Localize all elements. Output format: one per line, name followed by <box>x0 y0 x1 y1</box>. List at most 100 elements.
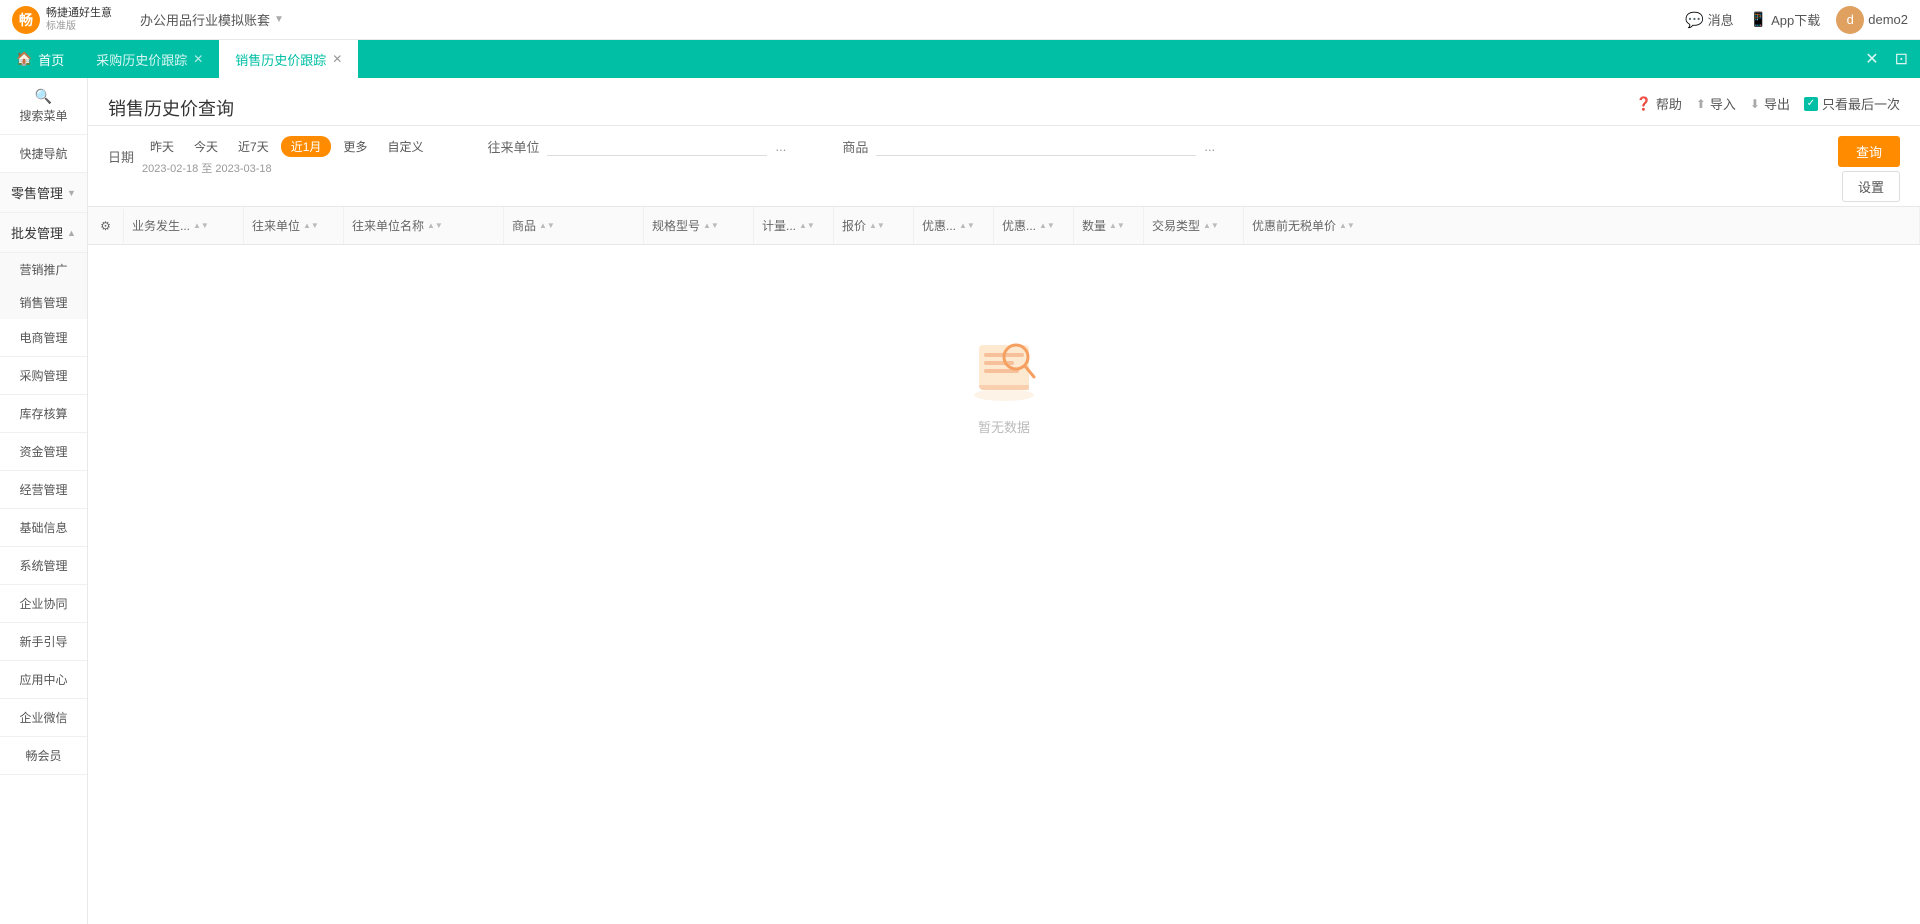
import-icon: ⬆ <box>1696 97 1706 111</box>
sort-icon-spec: ▲▼ <box>703 222 719 230</box>
query-button[interactable]: 查询 <box>1838 136 1900 167</box>
source-unit-filter-group: 往来单位 ... <box>487 136 786 156</box>
sidebar-item-wholesale[interactable]: 批发管理 ▲ <box>0 213 87 253</box>
tab-sales-close[interactable]: ✕ <box>332 52 342 66</box>
date-btns: 昨天 今天 近7天 近1月 更多 自定义 <box>142 136 431 157</box>
sidebar-item-operations[interactable]: 经营管理 <box>0 471 87 509</box>
logo-area: 畅 畅捷通好生意 标准版 <box>12 6 112 34</box>
sidebar-item-enterprise-collab[interactable]: 企业协同 <box>0 585 87 623</box>
only-last-checkbox[interactable]: ✓ <box>1804 97 1818 111</box>
sidebar: 🔍 搜索菜单 快捷导航 零售管理 ▼ 批发管理 ▲ 营销推广 销售管理 电商管理… <box>0 78 88 924</box>
app-header: 畅 畅捷通好生意 标准版 办公用品行业模拟账套 ▼ 💬 消息 📱 App下载 d… <box>0 0 1920 40</box>
sort-icon-unit-code: ▲▼ <box>303 222 319 230</box>
date-btn-custom[interactable]: 自定义 <box>379 136 431 157</box>
product-filter-group: 商品 ... <box>842 136 1215 156</box>
date-btn-7days[interactable]: 近7天 <box>230 136 277 157</box>
company-selector[interactable]: 办公用品行业模拟账套 ▼ <box>140 10 284 29</box>
th-trade[interactable]: 交易类型 ▲▼ <box>1144 207 1244 244</box>
date-btn-yesterday[interactable]: 昨天 <box>142 136 182 157</box>
header-right: 💬 消息 📱 App下载 d demo2 <box>1685 6 1908 34</box>
tab-sales-history[interactable]: 销售历史价跟踪 ✕ <box>219 40 358 78</box>
sort-icon-quote: ▲▼ <box>869 222 885 230</box>
source-unit-label: 往来单位 <box>487 137 539 156</box>
sidebar-item-finance[interactable]: 资金管理 <box>0 433 87 471</box>
header-left: 畅 畅捷通好生意 标准版 办公用品行业模拟账套 ▼ <box>12 6 284 34</box>
sidebar-item-inventory[interactable]: 库存核算 <box>0 395 87 433</box>
product-dots[interactable]: ... <box>1204 139 1215 154</box>
help-icon: ❓ <box>1636 96 1652 112</box>
tab-purchase-close[interactable]: ✕ <box>193 52 203 66</box>
date-btn-more[interactable]: 更多 <box>335 136 375 157</box>
th-product[interactable]: 商品 ▲▼ <box>504 207 644 244</box>
sidebar-item-ecommerce[interactable]: 电商管理 <box>0 319 87 357</box>
sort-icon-unit-name: ▲▼ <box>427 222 443 230</box>
th-unit-name[interactable]: 往来单位名称 ▲▼ <box>344 207 504 244</box>
tabs-bar-right: ✕ ⊡ <box>1861 47 1920 71</box>
sort-icon-biz: ▲▼ <box>193 222 209 230</box>
export-btn[interactable]: ⬇ 导出 <box>1750 94 1790 113</box>
th-disc2[interactable]: 优惠... ▲▼ <box>994 207 1074 244</box>
th-quote[interactable]: 报价 ▲▼ <box>834 207 914 244</box>
th-pretax[interactable]: 优惠前无税单价 ▲▼ <box>1244 207 1920 244</box>
page-header: 销售历史价查询 ❓ 帮助 ⬆ 导入 ⬇ 导出 ✓ 只看最后一次 <box>88 78 1920 126</box>
import-btn[interactable]: ⬆ 导入 <box>1696 94 1736 113</box>
sort-icon-unit: ▲▼ <box>799 222 815 230</box>
only-last-checkbox-area[interactable]: ✓ 只看最后一次 <box>1804 94 1900 113</box>
th-qty[interactable]: 数量 ▲▼ <box>1074 207 1144 244</box>
home-icon: 🏠 <box>16 51 32 67</box>
tab-home[interactable]: 🏠 首页 <box>0 40 80 78</box>
sort-icon-trade: ▲▼ <box>1203 222 1219 230</box>
sidebar-item-member[interactable]: 畅会员 <box>0 737 87 775</box>
settings-button[interactable]: 设置 <box>1842 171 1900 202</box>
close-window-btn[interactable]: ✕ <box>1861 47 1882 71</box>
sidebar-item-system[interactable]: 系统管理 <box>0 547 87 585</box>
sidebar-item-basic-info[interactable]: 基础信息 <box>0 509 87 547</box>
app-download-btn[interactable]: 📱 App下载 <box>1750 10 1821 29</box>
empty-illustration <box>954 325 1054 405</box>
empty-text: 暂无数据 <box>978 417 1030 436</box>
tabs-bar: 🏠 首页 采购历史价跟踪 ✕ 销售历史价跟踪 ✕ ✕ ⊡ <box>0 40 1920 78</box>
sidebar-item-new-guide[interactable]: 新手引导 <box>0 623 87 661</box>
page-header-actions: ❓ 帮助 ⬆ 导入 ⬇ 导出 ✓ 只看最后一次 <box>1636 94 1900 121</box>
username: demo2 <box>1868 12 1908 27</box>
logo-icon: 畅 <box>12 6 40 34</box>
th-unit-code[interactable]: 往来单位 ▲▼ <box>244 207 344 244</box>
main-layout: 🔍 搜索菜单 快捷导航 零售管理 ▼ 批发管理 ▲ 营销推广 销售管理 电商管理… <box>0 78 1920 924</box>
company-name: 办公用品行业模拟账套 <box>140 10 270 29</box>
sort-icon-product: ▲▼ <box>539 222 555 230</box>
sidebar-item-marketing[interactable]: 营销推广 <box>0 253 87 286</box>
sidebar-item-sales-mgmt[interactable]: 销售管理 <box>0 286 87 319</box>
th-spec[interactable]: 规格型号 ▲▼ <box>644 207 754 244</box>
logo-text: 畅捷通好生意 标准版 <box>46 6 112 33</box>
content-area: 销售历史价查询 ❓ 帮助 ⬆ 导入 ⬇ 导出 ✓ 只看最后一次 <box>88 78 1920 924</box>
sort-icon-disc1: ▲▼ <box>959 222 975 230</box>
sidebar-item-enterprise-wechat[interactable]: 企业微信 <box>0 699 87 737</box>
filter-buttons: 查询 设置 <box>1838 136 1900 202</box>
source-unit-dots[interactable]: ... <box>775 139 786 154</box>
source-unit-input[interactable] <box>547 136 767 156</box>
tab-purchase-history[interactable]: 采购历史价跟踪 ✕ <box>80 40 219 78</box>
filter-bar: 日期 昨天 今天 近7天 近1月 更多 自定义 2023-02-18 至 202… <box>88 126 1920 207</box>
date-btn-1month[interactable]: 近1月 <box>281 136 332 157</box>
gear-icon: ⚙ <box>100 219 111 233</box>
product-input[interactable] <box>876 136 1196 156</box>
table-header: ⚙ 业务发生... ▲▼ 往来单位 ▲▼ 往来单位名称 ▲▼ 商品 ▲▼ <box>88 207 1920 245</box>
sort-icon-qty: ▲▼ <box>1109 222 1125 230</box>
th-settings[interactable]: ⚙ <box>88 209 124 243</box>
restore-window-btn[interactable]: ⊡ <box>1891 47 1912 71</box>
sidebar-item-retail[interactable]: 零售管理 ▼ <box>0 173 87 213</box>
help-btn[interactable]: ❓ 帮助 <box>1636 94 1682 113</box>
sidebar-item-app-center[interactable]: 应用中心 <box>0 661 87 699</box>
th-disc1[interactable]: 优惠... ▲▼ <box>914 207 994 244</box>
date-btn-today[interactable]: 今天 <box>186 136 226 157</box>
sidebar-item-quick-nav[interactable]: 快捷导航 <box>0 135 87 173</box>
date-filter-group: 日期 昨天 今天 近7天 近1月 更多 自定义 2023-02-18 至 202… <box>108 136 431 176</box>
th-biz-date[interactable]: 业务发生... ▲▼ <box>124 207 244 244</box>
th-unit[interactable]: 计量... ▲▼ <box>754 207 834 244</box>
sidebar-item-search[interactable]: 🔍 搜索菜单 <box>0 78 87 135</box>
empty-state: 暂无数据 <box>88 245 1920 516</box>
message-btn[interactable]: 💬 消息 <box>1685 10 1734 29</box>
user-avatar-area[interactable]: d demo2 <box>1836 6 1908 34</box>
app-icon: 📱 <box>1750 11 1767 28</box>
sidebar-item-purchase[interactable]: 采购管理 <box>0 357 87 395</box>
